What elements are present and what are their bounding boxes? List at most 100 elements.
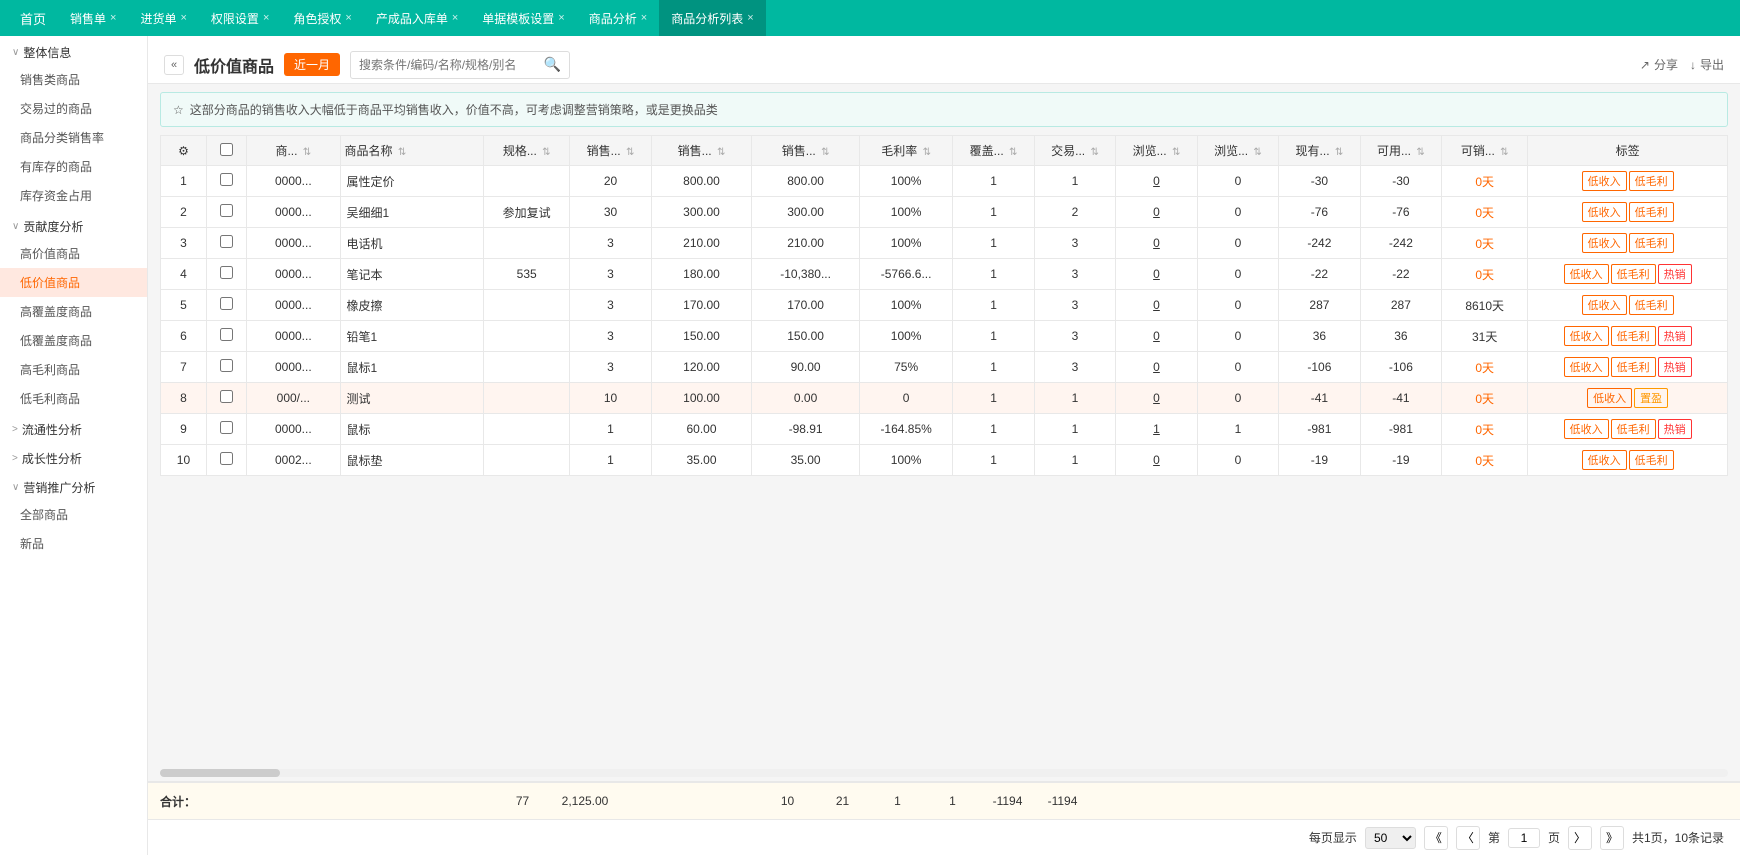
row-browse1[interactable]: 1 xyxy=(1116,414,1197,445)
search-icon: 🔍 xyxy=(544,56,561,73)
row-num: 9 xyxy=(161,414,207,445)
sidebar-item-traded-products[interactable]: 交易过的商品 xyxy=(0,94,147,123)
sidebar-item-stock-fund[interactable]: 库存资金占用 xyxy=(0,181,147,210)
browse-link[interactable]: 0 xyxy=(1153,267,1160,281)
browse-link[interactable]: 1 xyxy=(1153,422,1160,436)
first-page-btn[interactable]: 《 xyxy=(1424,826,1448,850)
row-checkbox[interactable] xyxy=(220,297,233,310)
row-trade: 1 xyxy=(1034,383,1115,414)
sidebar-item-category-rate[interactable]: 商品分类销售率 xyxy=(0,123,147,152)
row-checkbox-cell xyxy=(206,197,246,228)
row-browse1[interactable]: 0 xyxy=(1116,290,1197,321)
browse-link[interactable]: 0 xyxy=(1153,360,1160,374)
export-btn[interactable]: ↓ 导出 xyxy=(1690,56,1724,73)
scrollbar-thumb[interactable] xyxy=(160,769,280,777)
nav-close-product-analysis-list[interactable]: × xyxy=(747,12,753,24)
nav-sales[interactable]: 销售单 × xyxy=(58,0,128,36)
nav-permission[interactable]: 权限设置 × xyxy=(199,0,281,36)
tag-badge: 低收入 xyxy=(1564,264,1609,284)
browse-link[interactable]: 0 xyxy=(1153,329,1160,343)
th-settings[interactable]: ⚙ xyxy=(161,136,207,166)
page-input[interactable] xyxy=(1508,828,1540,848)
row-checkbox[interactable] xyxy=(220,452,233,465)
row-checkbox[interactable] xyxy=(220,359,233,372)
nav-close-template[interactable]: × xyxy=(558,12,564,24)
sidebar-group-marketing[interactable]: ∨ 营销推广分析 xyxy=(0,471,147,500)
row-browse1[interactable]: 0 xyxy=(1116,321,1197,352)
th-check[interactable] xyxy=(206,136,246,166)
page-size-select[interactable]: 50 20 100 xyxy=(1365,827,1416,849)
sidebar-item-with-stock[interactable]: 有库存的商品 xyxy=(0,152,147,181)
row-checkbox[interactable] xyxy=(220,235,233,248)
nav-product-analysis[interactable]: 商品分析 × xyxy=(577,0,659,36)
table-wrapper[interactable]: ⚙ 商... ⇅ 商品名称 ⇅ 规格... ⇅ 销售... ⇅ 销售... ⇅ … xyxy=(160,135,1728,765)
row-browse1[interactable]: 0 xyxy=(1116,166,1197,197)
row-salable-days: 0天 xyxy=(1442,383,1528,414)
row-checkbox[interactable] xyxy=(220,173,233,186)
nav-close-permission[interactable]: × xyxy=(263,12,269,24)
row-name: 笔记本 xyxy=(340,259,484,290)
sidebar-collapse-btn[interactable]: « xyxy=(164,55,184,75)
row-browse1[interactable]: 0 xyxy=(1116,197,1197,228)
sidebar-group-overall[interactable]: ∨ 整体信息 xyxy=(0,36,147,65)
nav-close-product-analysis[interactable]: × xyxy=(641,12,647,24)
filter-date-btn[interactable]: 近一月 xyxy=(284,53,340,76)
check-all-checkbox[interactable] xyxy=(220,143,233,156)
sidebar-item-sales-products[interactable]: 销售类商品 xyxy=(0,65,147,94)
row-browse2: 0 xyxy=(1197,321,1278,352)
last-page-btn[interactable]: 》 xyxy=(1600,826,1624,850)
row-browse1[interactable]: 0 xyxy=(1116,228,1197,259)
nav-template[interactable]: 单据模板设置 × xyxy=(470,0,576,36)
search-input[interactable] xyxy=(359,58,538,72)
row-available: -76 xyxy=(1360,197,1441,228)
row-checkbox[interactable] xyxy=(220,204,233,217)
sidebar-item-new-products[interactable]: 新品 xyxy=(0,529,147,558)
nav-purchase[interactable]: 进货单 × xyxy=(128,0,198,36)
browse-link[interactable]: 0 xyxy=(1153,236,1160,250)
row-checkbox[interactable] xyxy=(220,328,233,341)
row-coverage: 1 xyxy=(953,321,1034,352)
sidebar-group-contribution[interactable]: ∨ 贡献度分析 xyxy=(0,210,147,239)
sidebar-group-growth[interactable]: > 成长性分析 xyxy=(0,442,147,471)
browse-link[interactable]: 0 xyxy=(1153,298,1160,312)
sidebar-group-flow[interactable]: > 流通性分析 xyxy=(0,413,147,442)
row-browse1[interactable]: 0 xyxy=(1116,445,1197,476)
sidebar-item-high-value[interactable]: 高价值商品 xyxy=(0,239,147,268)
browse-link[interactable]: 0 xyxy=(1153,453,1160,467)
row-checkbox[interactable] xyxy=(220,266,233,279)
th-tag: 标签 xyxy=(1528,136,1728,166)
row-sale-price: 210.00 xyxy=(651,228,752,259)
row-checkbox[interactable] xyxy=(220,421,233,434)
row-sale-qty: 3 xyxy=(570,228,651,259)
nav-role[interactable]: 角色授权 × xyxy=(281,0,363,36)
row-tags: 低收入低毛利 xyxy=(1528,166,1728,197)
sidebar-item-high-margin[interactable]: 高毛利商品 xyxy=(0,355,147,384)
nav-stock-in[interactable]: 产成品入库单 × xyxy=(364,0,470,36)
next-page-btn[interactable]: 〉 xyxy=(1568,826,1592,850)
row-trade: 3 xyxy=(1034,259,1115,290)
browse-link[interactable]: 0 xyxy=(1153,205,1160,219)
nav-close-sales[interactable]: × xyxy=(110,12,116,24)
scrollbar-track[interactable] xyxy=(160,769,1728,777)
browse-link[interactable]: 0 xyxy=(1153,391,1160,405)
row-sale-amount: 170.00 xyxy=(752,290,860,321)
nav-close-role[interactable]: × xyxy=(345,12,351,24)
share-btn[interactable]: ↗ 分享 xyxy=(1640,56,1678,73)
prev-page-btn[interactable]: 〈 xyxy=(1456,826,1480,850)
sidebar-item-all-products[interactable]: 全部商品 xyxy=(0,500,147,529)
sidebar-item-low-margin[interactable]: 低毛利商品 xyxy=(0,384,147,413)
row-checkbox[interactable] xyxy=(220,390,233,403)
nav-home[interactable]: 首页 xyxy=(8,0,58,36)
row-browse1[interactable]: 0 xyxy=(1116,383,1197,414)
nav-product-analysis-list[interactable]: 商品分析列表 × xyxy=(659,0,765,36)
nav-close-stock-in[interactable]: × xyxy=(452,12,458,24)
row-tags: 低收入低毛利 xyxy=(1528,228,1728,259)
sidebar-item-low-value[interactable]: 低价值商品 xyxy=(0,268,147,297)
sidebar-item-low-coverage[interactable]: 低覆盖度商品 xyxy=(0,326,147,355)
sidebar-item-high-coverage[interactable]: 高覆盖度商品 xyxy=(0,297,147,326)
nav-close-purchase[interactable]: × xyxy=(180,12,186,24)
row-browse1[interactable]: 0 xyxy=(1116,259,1197,290)
browse-link[interactable]: 0 xyxy=(1153,174,1160,188)
row-browse1[interactable]: 0 xyxy=(1116,352,1197,383)
row-tags: 低收入低毛利热销 xyxy=(1528,414,1728,445)
